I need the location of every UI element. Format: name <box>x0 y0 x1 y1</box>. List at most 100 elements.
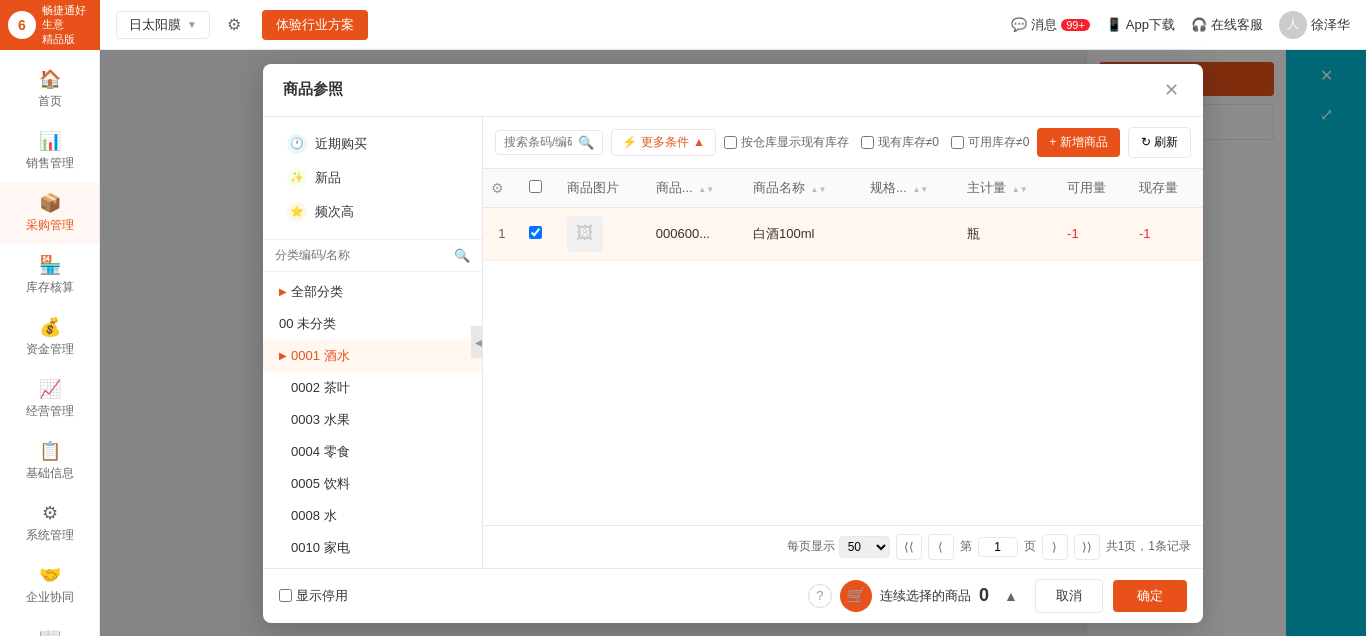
checkbox-available-stock[interactable]: 可用库存≠0 <box>951 134 1029 151</box>
gear-icon: ⚙ <box>227 15 241 34</box>
confirm-button[interactable]: 确定 <box>1113 580 1187 612</box>
gear-button[interactable]: ⚙ <box>218 9 250 41</box>
category-item-snack[interactable]: 0004 零食 <box>263 436 482 468</box>
home-icon: 🏠 <box>39 68 61 90</box>
last-page-button[interactable]: ⟩⟩ <box>1074 534 1100 560</box>
cart-count: 0 <box>979 585 989 606</box>
column-name[interactable]: 商品名称 ▲▼ <box>745 169 862 208</box>
column-code[interactable]: 商品... ▲▼ <box>648 169 745 208</box>
sort-icon: ▲▼ <box>1012 186 1028 194</box>
category-item-water[interactable]: 0008 水 <box>263 500 482 532</box>
category-item-appliance[interactable]: 0010 家电 <box>263 532 482 564</box>
checkbox-existing-stock[interactable]: 现有库存≠0 <box>861 134 939 151</box>
business-icon: 📈 <box>39 378 61 400</box>
row-num: 1 <box>483 207 521 260</box>
first-page-button[interactable]: ⟨⟨ <box>896 534 922 560</box>
row-checkbox[interactable] <box>521 207 559 260</box>
app-download-button[interactable]: 📱 App下载 <box>1106 16 1175 34</box>
quick-nav: 🕐 近期购买 ✨ 新品 ⭐ 频次高 <box>275 127 470 229</box>
refresh-button[interactable]: ↻ 刷新 <box>1128 127 1191 158</box>
page-number-input[interactable] <box>978 537 1018 557</box>
checkbox-warehouse-stock[interactable]: 按仓库显示现有库存 <box>724 134 849 151</box>
modal-footer: 显示停用 ? 🛒 连续选择的商品 0 ▲ <box>263 568 1203 623</box>
phone-icon: 📱 <box>1106 17 1122 32</box>
quick-nav-freq[interactable]: ⭐ 频次高 <box>275 195 470 229</box>
cart-icon-button[interactable]: 🛒 <box>840 580 872 612</box>
category-item-tea[interactable]: 0002 茶叶 <box>263 372 482 404</box>
filter-button[interactable]: ⚡ 更多条件 ▲ <box>611 129 716 156</box>
sidebar-item-inventory[interactable]: 🏪 库存核算 <box>0 244 99 306</box>
funnel-icon: ⚡ <box>622 135 637 149</box>
category-item-unclassified[interactable]: 00 未分类 <box>263 308 482 340</box>
help-button[interactable]: ? <box>808 584 832 608</box>
quick-nav-new[interactable]: ✨ 新品 <box>275 161 470 195</box>
sidebar-item-home[interactable]: 🏠 首页 <box>0 58 99 120</box>
experience-button[interactable]: 体验行业方案 <box>262 10 368 40</box>
sidebar-item-basic-info[interactable]: 📋 基础信息 <box>0 430 99 492</box>
modal-body: 🕐 近期购买 ✨ 新品 ⭐ 频次高 <box>263 117 1203 568</box>
message-icon: 💬 <box>1011 17 1027 32</box>
sort-icon: ▲▼ <box>698 186 714 194</box>
new-icon: ✨ <box>287 168 307 188</box>
cart-area: ? 🛒 连续选择的商品 0 ▲ <box>808 580 1025 612</box>
cart-icon: 🛒 <box>846 586 866 605</box>
store-selector[interactable]: 日太阳膜 ▼ <box>116 11 210 39</box>
category-item-all[interactable]: ▶ 全部分类 <box>263 276 482 308</box>
sidebar-item-purchase[interactable]: 📦 采购管理 <box>0 182 99 244</box>
column-checkbox[interactable] <box>521 169 559 208</box>
next-page-button[interactable]: ⟩ <box>1042 534 1068 560</box>
column-spec[interactable]: 规格... ▲▼ <box>862 169 959 208</box>
column-unit[interactable]: 主计量 ▲▼ <box>959 169 1059 208</box>
collapse-button[interactable]: ◀ <box>471 326 483 358</box>
logo-icon: 6 <box>8 11 36 39</box>
category-item-liquor[interactable]: ▶ 0001 酒水 <box>263 340 482 372</box>
chevron-down-icon: ▼ <box>187 19 197 30</box>
messages-button[interactable]: 💬 消息 99+ <box>1011 16 1090 34</box>
sales-icon: 📊 <box>39 130 61 152</box>
modal-overlay: 商品参照 ✕ 🕐 近期购买 <box>100 50 1366 636</box>
active-arrow-icon: ▶ <box>279 350 287 361</box>
prev-page-button[interactable]: ⟨ <box>928 534 954 560</box>
quick-nav-recent[interactable]: 🕐 近期购买 <box>275 127 470 161</box>
finance-icon: 💰 <box>39 316 61 338</box>
table-row[interactable]: 1 🖼 000600... 白酒100ml 瓶 <box>483 207 1203 260</box>
quick-nav-section: 🕐 近期购买 ✨ 新品 ⭐ 频次高 <box>263 117 482 240</box>
modal-close-button[interactable]: ✕ <box>1159 78 1183 102</box>
product-search-input[interactable] <box>504 135 572 149</box>
sidebar-item-business[interactable]: 📈 经营管理 <box>0 368 99 430</box>
search-icon: 🔍 <box>578 135 594 150</box>
guide-icon: 📖 <box>39 626 61 636</box>
category-item-drinks[interactable]: 0005 饮料 <box>263 468 482 500</box>
add-product-button[interactable]: + 新增商品 <box>1037 128 1119 157</box>
inventory-icon: 🏪 <box>39 254 61 276</box>
column-image: 商品图片 <box>559 169 648 208</box>
main-layout: 🏠 首页 📊 销售管理 📦 采购管理 🏪 库存核算 💰 资金管理 📈 经营管理 … <box>0 50 1366 636</box>
sidebar-item-enterprise[interactable]: 🤝 企业协同 <box>0 554 99 616</box>
row-code: 000600... <box>648 207 745 260</box>
column-settings[interactable]: ⚙ <box>483 169 521 208</box>
online-service-button[interactable]: 🎧 在线客服 <box>1191 16 1263 34</box>
sidebar-item-sales[interactable]: 📊 销售管理 <box>0 120 99 182</box>
category-search-input[interactable] <box>275 248 450 262</box>
per-page-select[interactable]: 50 10 20 100 <box>839 536 890 558</box>
category-item-fruit[interactable]: 0003 水果 <box>263 404 482 436</box>
sidebar-item-guide[interactable]: 📖 新手引导 <box>0 616 99 636</box>
show-disabled-checkbox[interactable]: 显示停用 <box>279 587 348 605</box>
expand-button[interactable]: ▲ <box>997 582 1025 610</box>
enterprise-icon: 🤝 <box>39 564 61 586</box>
sidebar-item-finance[interactable]: 💰 资金管理 <box>0 306 99 368</box>
table-header-row: ⚙ 商品图片 商品... ▲▼ <box>483 169 1203 208</box>
row-unit: 瓶 <box>959 207 1059 260</box>
total-info: 共1页，1条记录 <box>1106 538 1191 555</box>
info-icon: 📋 <box>39 440 61 462</box>
row-stock: -1 <box>1131 207 1203 260</box>
sidebar-item-system[interactable]: ⚙ 系统管理 <box>0 492 99 554</box>
modal-toolbar: 🔍 ⚡ 更多条件 ▲ 按仓库显示现有库存 <box>483 117 1203 169</box>
top-nav: 6 畅捷通好生意 精品版 日太阳膜 ▼ ⚙ 体验行业方案 💬 消息 99+ 📱 … <box>0 0 1366 50</box>
category-search: 🔍 <box>263 240 482 272</box>
user-avatar[interactable]: 人 徐泽华 <box>1279 11 1350 39</box>
sort-icon: ▲▼ <box>811 186 827 194</box>
pagination: 每页显示 50 10 20 100 ⟨⟨ ⟨ 第 <box>483 525 1203 568</box>
product-thumbnail: 🖼 <box>567 216 603 252</box>
cancel-button[interactable]: 取消 <box>1035 579 1103 613</box>
